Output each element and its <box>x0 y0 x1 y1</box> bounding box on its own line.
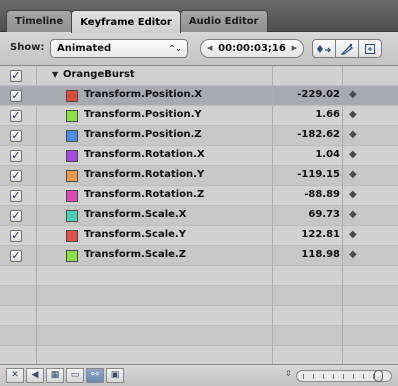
parameter-row[interactable]: ✓ Transform.Position.Y 1.66 ◆ <box>0 106 398 126</box>
parameter-row[interactable]: ✓ Transform.Position.X -229.02 ◆ <box>0 86 398 106</box>
show-label: Show: <box>10 42 45 53</box>
empty-row <box>0 286 398 306</box>
parameter-name: Transform.Rotation.Y <box>84 169 205 180</box>
empty-row <box>0 326 398 346</box>
parameter-value[interactable]: 69.73 <box>308 209 340 220</box>
parameter-checkbox[interactable]: ✓ <box>10 130 22 142</box>
zoom-slider-ticks <box>303 374 377 379</box>
bottom-icon-group: ✕ ◀ ▦ ▭ ⚯ ▣ <box>6 368 126 383</box>
parameter-name: Transform.Rotation.Z <box>84 189 205 200</box>
audio-icon[interactable]: ◀ <box>26 368 44 383</box>
parameter-color-swatch <box>66 110 78 122</box>
column-divider <box>36 66 37 364</box>
keyframe-diamond-icon[interactable]: ◆ <box>349 189 357 200</box>
display-icon[interactable]: ▭ <box>66 368 84 383</box>
link-icon[interactable]: ⚯ <box>86 368 104 383</box>
parameter-value[interactable]: -182.62 <box>297 129 340 140</box>
parameter-value[interactable]: -88.89 <box>304 189 340 200</box>
parameter-color-swatch <box>66 190 78 202</box>
keyframe-diamond-icon[interactable]: ◆ <box>349 229 357 240</box>
parameter-name: Transform.Scale.Z <box>84 249 186 260</box>
group-row[interactable]: ✓ ▼ OrangeBurst <box>0 66 398 86</box>
parameter-row[interactable]: ✓ Transform.Rotation.Y -119.15 ◆ <box>0 166 398 186</box>
parameter-checkbox[interactable]: ✓ <box>10 90 22 102</box>
parameter-row[interactable]: ✓ Transform.Rotation.Z -88.89 ◆ <box>0 186 398 206</box>
parameter-name: Transform.Scale.Y <box>84 229 186 240</box>
bottom-toolbar: ✕ ◀ ▦ ▭ ⚯ ▣ ⇕ <box>0 364 398 386</box>
parameter-name: Transform.Position.Y <box>84 109 202 120</box>
keyframe-diamond-icon[interactable]: ◆ <box>349 129 357 140</box>
view-icon[interactable]: ▦ <box>46 368 64 383</box>
parameter-checkbox[interactable]: ✓ <box>10 150 22 162</box>
keyframe-toolbar: Show: Animated ⌃⌄ ◀ 00:00:03;16 ▶ <box>0 32 398 66</box>
select-arrows-icon: ⌃⌄ <box>168 43 182 53</box>
keyframe-diamond-icon[interactable]: ◆ <box>349 149 357 160</box>
snap-icon[interactable]: ✕ <box>6 368 24 383</box>
parameter-row[interactable]: ✓ Transform.Scale.X 69.73 ◆ <box>0 206 398 226</box>
fit-view-icon[interactable] <box>358 39 382 58</box>
parameter-color-swatch <box>66 130 78 142</box>
parameter-row[interactable]: ✓ Transform.Rotation.X 1.04 ◆ <box>0 146 398 166</box>
parameter-checkbox[interactable]: ✓ <box>10 110 22 122</box>
show-filter-value: Animated <box>57 43 112 54</box>
tab-keyframe-editor[interactable]: Keyframe Editor <box>71 10 181 33</box>
parameter-value[interactable]: -229.02 <box>297 89 340 100</box>
parameter-checkbox[interactable]: ✓ <box>10 250 22 262</box>
parameter-name: Transform.Position.X <box>84 89 203 100</box>
timecode-field[interactable]: ◀ 00:00:03;16 ▶ <box>200 39 304 58</box>
parameter-name: Transform.Rotation.X <box>84 149 205 160</box>
group-checkbox[interactable]: ✓ <box>10 70 22 82</box>
parameter-value[interactable]: 118.98 <box>301 249 340 260</box>
parameter-color-swatch <box>66 250 78 262</box>
empty-row <box>0 266 398 286</box>
zoom-slider[interactable] <box>296 370 392 382</box>
editor-tool-group <box>312 39 382 58</box>
keyframe-diamond-icon[interactable]: ◆ <box>349 249 357 260</box>
column-divider <box>342 66 343 364</box>
tab-strip: Timeline Keyframe Editor Audio Editor <box>6 10 268 33</box>
parameter-checkbox[interactable]: ✓ <box>10 170 22 182</box>
parameter-checkbox[interactable]: ✓ <box>10 230 22 242</box>
parameter-name: Transform.Scale.X <box>84 209 187 220</box>
keyframe-tool-icon[interactable] <box>312 39 336 58</box>
parameter-name: Transform.Position.Z <box>84 129 202 140</box>
timecode-decrement-icon[interactable]: ◀ <box>207 40 212 57</box>
parameter-list: ✓ ▼ OrangeBurst ✓ Transform.Position.X -… <box>0 66 398 364</box>
keyframe-diamond-icon[interactable]: ◆ <box>349 209 357 220</box>
keyframe-diamond-icon[interactable]: ◆ <box>349 109 357 120</box>
tab-audio-editor[interactable]: Audio Editor <box>179 10 268 32</box>
parameter-value[interactable]: -119.15 <box>297 169 340 180</box>
parameter-checkbox[interactable]: ✓ <box>10 190 22 202</box>
show-filter-select[interactable]: Animated ⌃⌄ <box>50 39 188 58</box>
keyframe-diamond-icon[interactable]: ◆ <box>349 89 357 100</box>
parameter-checkbox[interactable]: ✓ <box>10 210 22 222</box>
disclosure-triangle-icon[interactable]: ▼ <box>52 70 58 79</box>
column-divider <box>272 66 273 364</box>
zoom-slider-knob[interactable] <box>374 370 383 382</box>
zoom-arrows-icon[interactable]: ⇕ <box>285 369 292 378</box>
parameter-color-swatch <box>66 210 78 222</box>
group-name: OrangeBurst <box>63 69 135 80</box>
parameter-color-swatch <box>66 90 78 102</box>
pen-tool-icon[interactable] <box>335 39 359 58</box>
tab-timeline[interactable]: Timeline <box>6 10 73 32</box>
parameter-color-swatch <box>66 170 78 182</box>
parameter-value[interactable]: 1.66 <box>315 109 340 120</box>
overlay-icon[interactable]: ▣ <box>106 368 124 383</box>
empty-row <box>0 346 398 364</box>
timecode-increment-icon[interactable]: ▶ <box>292 40 297 57</box>
parameter-row[interactable]: ✓ Transform.Position.Z -182.62 ◆ <box>0 126 398 146</box>
parameter-row[interactable]: ✓ Transform.Scale.Z 118.98 ◆ <box>0 246 398 266</box>
parameter-row[interactable]: ✓ Transform.Scale.Y 122.81 ◆ <box>0 226 398 246</box>
parameter-color-swatch <box>66 150 78 162</box>
keyframe-diamond-icon[interactable]: ◆ <box>349 169 357 180</box>
parameter-value[interactable]: 122.81 <box>301 229 340 240</box>
parameter-color-swatch <box>66 230 78 242</box>
empty-row <box>0 306 398 326</box>
timecode-value: 00:00:03;16 <box>218 43 286 54</box>
tab-bar: Timeline Keyframe Editor Audio Editor <box>0 0 398 33</box>
parameter-value[interactable]: 1.04 <box>315 149 340 160</box>
